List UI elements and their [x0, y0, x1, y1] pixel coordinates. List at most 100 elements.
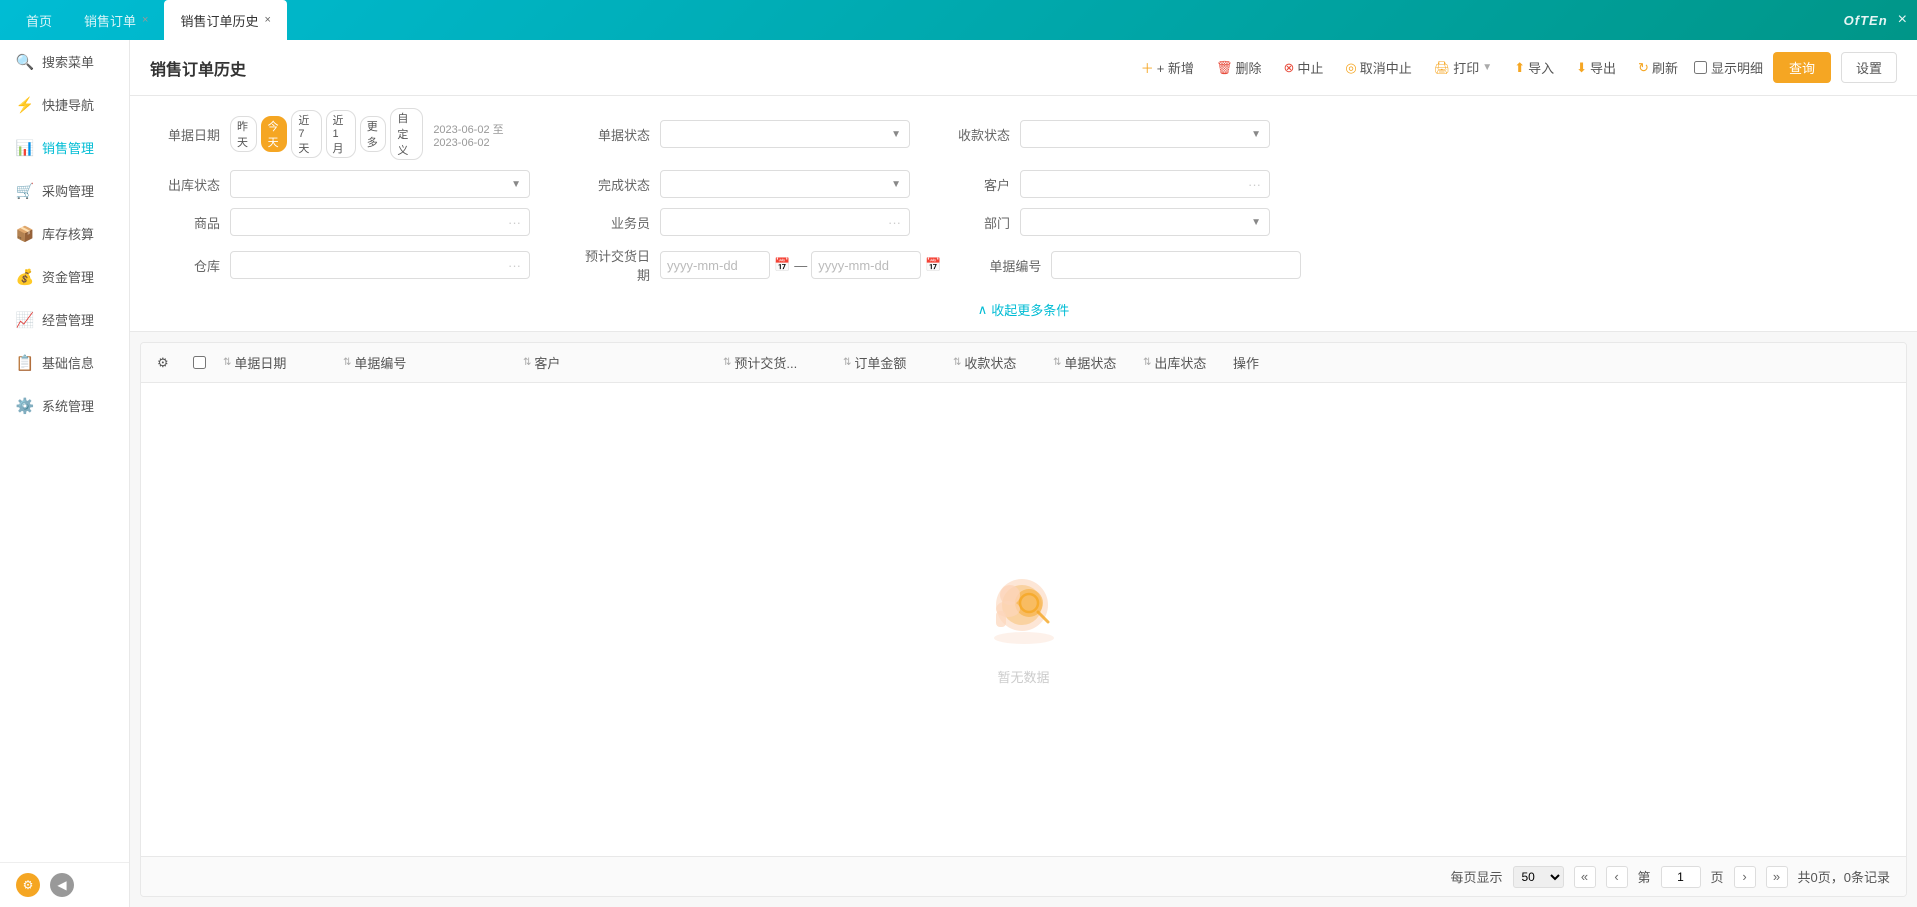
- export-button[interactable]: ⬇ 导出: [1570, 54, 1622, 81]
- complete-status-select[interactable]: ▼: [660, 170, 910, 198]
- order-status-chevron-icon: ▼: [891, 129, 901, 140]
- th-action: 操作: [1227, 353, 1896, 372]
- prev-page-button[interactable]: ‹: [1606, 866, 1628, 888]
- tab-sales-order-history-close[interactable]: ×: [264, 14, 270, 26]
- sidebar-item-purchase-mgmt[interactable]: 🛒 采购管理: [0, 169, 129, 212]
- sidebar-item-operations-mgmt[interactable]: 📈 经营管理: [0, 298, 129, 341]
- th-checkbox[interactable]: [187, 356, 217, 369]
- salesperson-input[interactable]: ···: [660, 208, 910, 236]
- collapse-up-icon: ∧: [978, 302, 988, 318]
- customer-input[interactable]: ···: [1020, 170, 1270, 198]
- sidebar-settings-icon[interactable]: ⚙: [16, 873, 40, 897]
- page-word: 第: [1638, 867, 1651, 886]
- page-size-select[interactable]: 50 10 20 100: [1513, 866, 1564, 888]
- delivery-date-start[interactable]: yyyy-mm-dd: [660, 251, 770, 279]
- select-all-checkbox[interactable]: [193, 356, 206, 369]
- settings-button[interactable]: 设置: [1841, 52, 1897, 83]
- new-button[interactable]: ＋ + 新增: [1135, 54, 1200, 81]
- warehouse-input[interactable]: ···: [230, 251, 530, 279]
- basic-info-icon: 📋: [16, 354, 34, 372]
- th-order-status-sort-icon: ⇅: [1053, 357, 1061, 368]
- prev-page-icon: ‹: [1614, 869, 1618, 884]
- order-status-select[interactable]: ▼: [660, 120, 910, 148]
- sidebar-item-inventory-calc[interactable]: 📦 库存核算: [0, 212, 129, 255]
- customer-dots-icon[interactable]: ···: [1248, 177, 1261, 192]
- filter-row-1: 单据日期 昨天 今天 近7天 近1月 更多 自定义 2023-06-02 至 2…: [150, 108, 1897, 160]
- date-btn-custom[interactable]: 自定义: [390, 108, 423, 160]
- tab-home[interactable]: 首页: [10, 0, 68, 40]
- stop-button[interactable]: ⊗ 中止: [1277, 54, 1329, 81]
- th-order-no[interactable]: ⇅ 单据编号: [337, 353, 517, 372]
- sidebar-item-sales-mgmt[interactable]: 📊 销售管理: [0, 126, 129, 169]
- delete-button[interactable]: 🗑 删除: [1210, 54, 1268, 81]
- filter-label-department: 部门: [940, 213, 1010, 232]
- refresh-button[interactable]: ↻ 刷新: [1632, 54, 1684, 81]
- th-order-status[interactable]: ⇅ 单据状态: [1047, 353, 1137, 372]
- sidebar-expand-icon[interactable]: ◀: [50, 873, 74, 897]
- date-range-text: 2023-06-02 至 2023-06-02: [433, 121, 530, 149]
- th-customer[interactable]: ⇅ 客户: [517, 353, 717, 372]
- import-button[interactable]: ⬆ 导入: [1508, 54, 1560, 81]
- sidebar-item-basic-info[interactable]: 📋 基础信息: [0, 341, 129, 384]
- th-payment-status[interactable]: ⇅ 收款状态: [947, 353, 1047, 372]
- sidebar-label-quick-nav: 快捷导航: [42, 95, 94, 114]
- collapse-filters-row[interactable]: ∧ 收起更多条件: [150, 294, 1897, 319]
- delivery-date-end[interactable]: yyyy-mm-dd: [811, 251, 921, 279]
- date-btn-1month[interactable]: 近1月: [326, 110, 356, 158]
- import-label: 导入: [1528, 58, 1554, 77]
- tab-sales-order-close[interactable]: ×: [142, 14, 148, 26]
- order-no-input[interactable]: [1051, 251, 1301, 279]
- display-detail-input[interactable]: [1694, 61, 1707, 74]
- calendar-start-icon[interactable]: 📅: [774, 257, 790, 273]
- top-close-button[interactable]: ×: [1898, 11, 1907, 29]
- total-text: 共0页，0条记录: [1798, 867, 1890, 886]
- calendar-end-icon[interactable]: 📅: [925, 257, 941, 273]
- top-bar-right: OfTEn ×: [1844, 11, 1907, 29]
- print-button[interactable]: 🖨 打印 ▼: [1428, 54, 1498, 81]
- warehouse-dots-icon[interactable]: ···: [508, 258, 521, 273]
- sidebar-item-capital-mgmt[interactable]: 💰 资金管理: [0, 255, 129, 298]
- print-dropdown-icon[interactable]: ▼: [1482, 62, 1492, 73]
- display-detail-checkbox[interactable]: 显示明细: [1694, 58, 1763, 77]
- sidebar-label-purchase-mgmt: 采购管理: [42, 181, 94, 200]
- sidebar-item-search-menu[interactable]: 🔍 搜索菜单: [0, 40, 129, 83]
- current-page-input[interactable]: [1661, 866, 1701, 888]
- date-btn-more[interactable]: 更多: [360, 116, 387, 152]
- th-delivery[interactable]: ⇅ 预计交货...: [717, 353, 837, 372]
- sidebar-label-capital-mgmt: 资金管理: [42, 267, 94, 286]
- th-out-status[interactable]: ⇅ 出库状态: [1137, 353, 1227, 372]
- date-btn-today[interactable]: 今天: [261, 116, 288, 152]
- settings-gear-icon[interactable]: ⚙: [157, 355, 169, 371]
- department-select[interactable]: ▼: [1020, 208, 1270, 236]
- cancel-stop-button[interactable]: ◎ 取消中止: [1339, 54, 1417, 81]
- date-btn-yesterday[interactable]: 昨天: [230, 116, 257, 152]
- operations-mgmt-icon: 📈: [16, 311, 34, 329]
- cancel-stop-label: 取消中止: [1360, 58, 1412, 77]
- payment-status-select[interactable]: ▼: [1020, 120, 1270, 148]
- inventory-calc-icon: 📦: [16, 225, 34, 243]
- sidebar-label-basic-info: 基础信息: [42, 353, 94, 372]
- goods-input[interactable]: ···: [230, 208, 530, 236]
- sidebar-item-quick-nav[interactable]: ⚡ 快捷导航: [0, 83, 129, 126]
- tab-sales-order-history[interactable]: 销售订单历史 ×: [164, 0, 286, 40]
- out-status-select[interactable]: ▼: [230, 170, 530, 198]
- next-page-button[interactable]: ›: [1734, 866, 1756, 888]
- salesperson-dots-icon[interactable]: ···: [888, 215, 901, 230]
- th-amount[interactable]: ⇅ 订单金额: [837, 353, 947, 372]
- purchase-mgmt-icon: 🛒: [16, 182, 34, 200]
- th-date[interactable]: ⇅ 单据日期: [217, 353, 337, 372]
- first-page-button[interactable]: «: [1574, 866, 1596, 888]
- tab-sales-order[interactable]: 销售订单 ×: [68, 0, 164, 40]
- th-settings[interactable]: ⚙: [151, 355, 187, 371]
- export-label: 导出: [1590, 58, 1616, 77]
- filter-label-payment-status: 收款状态: [940, 125, 1010, 144]
- query-button[interactable]: 查询: [1773, 52, 1831, 83]
- sidebar-item-system-mgmt[interactable]: ⚙️ 系统管理: [0, 384, 129, 427]
- last-page-button[interactable]: »: [1766, 866, 1788, 888]
- delete-icon: 🗑: [1216, 60, 1233, 76]
- th-customer-sort-icon: ⇅: [523, 357, 531, 368]
- date-btn-7days[interactable]: 近7天: [291, 110, 321, 158]
- th-customer-label: 客户: [534, 353, 560, 372]
- goods-dots-icon[interactable]: ···: [508, 215, 521, 230]
- th-order-status-label: 单据状态: [1064, 353, 1116, 372]
